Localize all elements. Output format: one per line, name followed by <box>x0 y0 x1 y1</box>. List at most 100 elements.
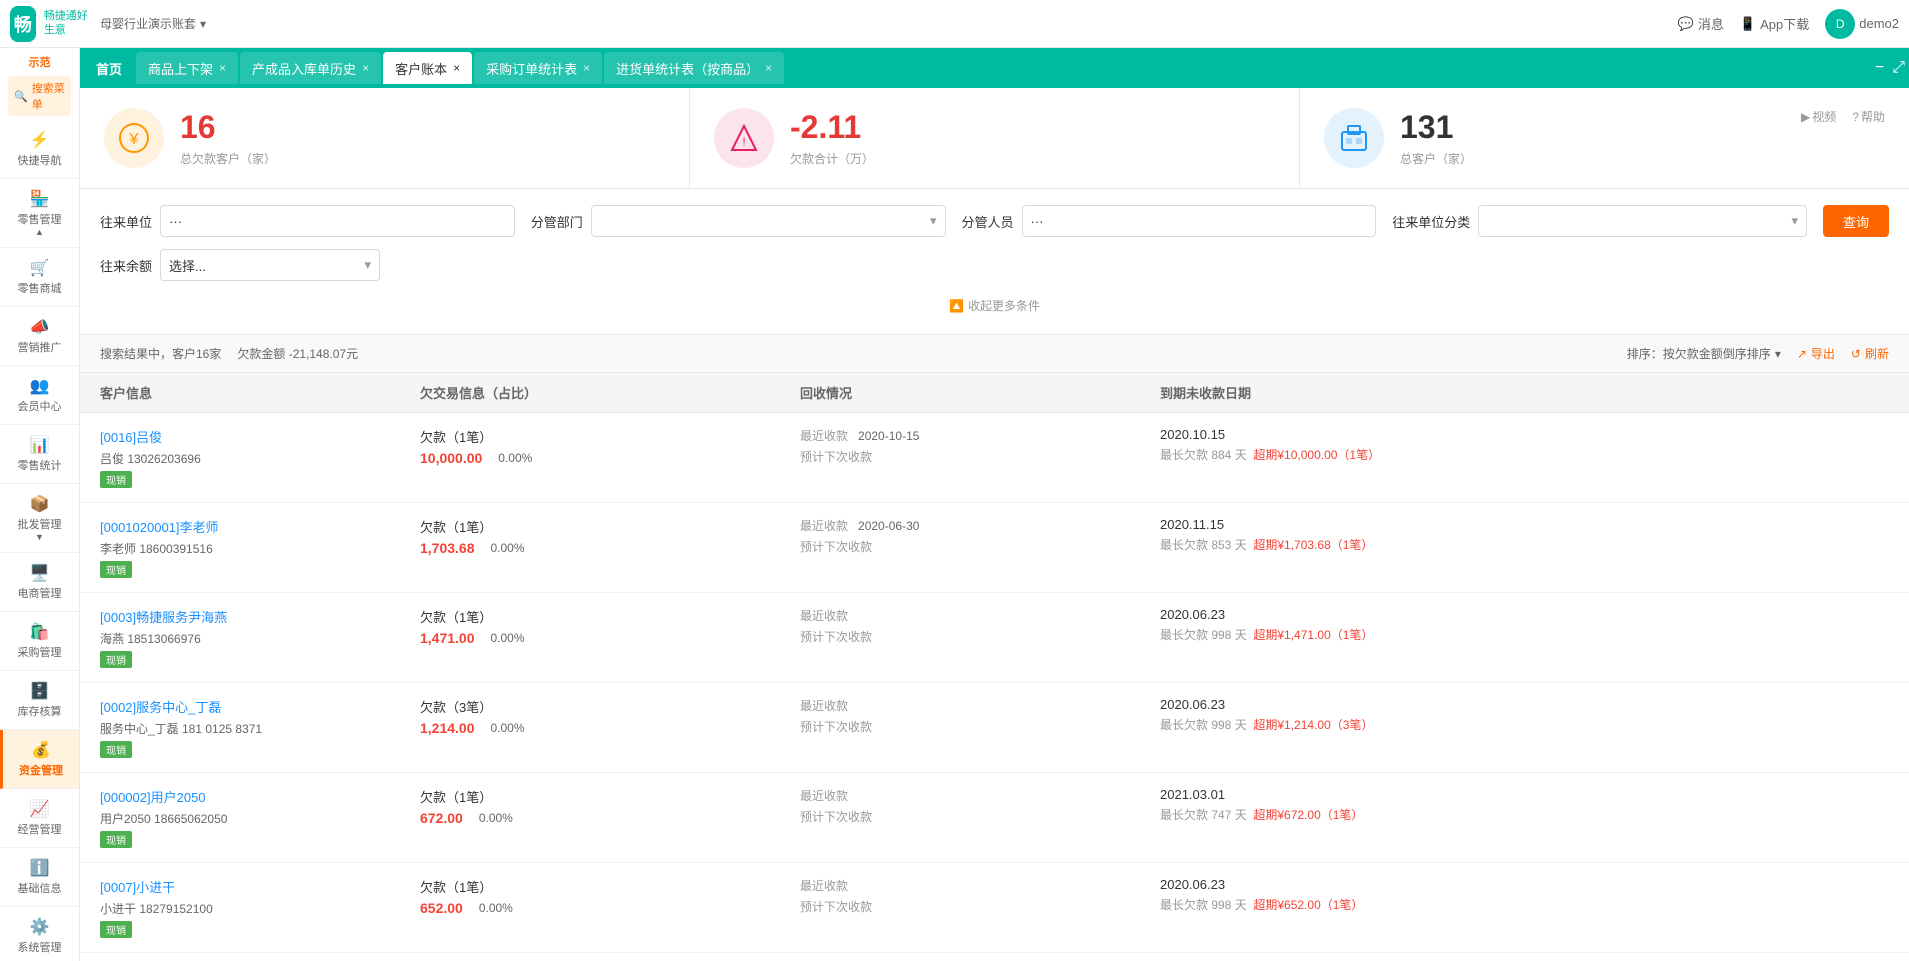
tab-close-icon[interactable]: × <box>219 61 226 75</box>
next-recovery: 预计下次收款 <box>800 538 1160 555</box>
tab-purchase-goods[interactable]: 进货单统计表（按商品） × <box>604 52 784 84</box>
customer-name[interactable]: [0001020001]李老师 <box>100 517 420 536</box>
sidebar-item-label: 会员中心 <box>18 398 62 414</box>
sidebar-item-label: 经营管理 <box>18 821 62 837</box>
finance-icon: 💰 <box>31 740 51 760</box>
overdue-amount-link[interactable]: 超期¥1,214.00（3笔） <box>1253 718 1373 732</box>
user-menu[interactable]: D demo2 <box>1825 9 1899 39</box>
tab-maximize-btn[interactable]: ⤢ <box>1892 59 1905 77</box>
sidebar-item-label: 基础信息 <box>18 880 62 896</box>
recovery-cell: 最近收款 预计下次收款 <box>800 877 1160 915</box>
sidebar-item-operation[interactable]: 📈 经营管理 <box>0 789 79 848</box>
export-btn[interactable]: ↗ 导出 <box>1797 345 1835 362</box>
overdue-amount-link[interactable]: 超期¥10,000.00（1笔） <box>1253 448 1380 462</box>
customer-cell: [0001020001]李老师 李老师 18600391516 现销 <box>100 517 420 578</box>
tab-close-icon[interactable]: × <box>453 61 460 75</box>
customer-badge: 现销 <box>100 741 132 758</box>
sidebar-item-member[interactable]: 👥 会员中心 <box>0 366 79 425</box>
person-filter-dots: ··· <box>1031 214 1044 229</box>
tab-customer-account[interactable]: 客户账本 × <box>383 52 472 84</box>
basic-icon: ℹ️ <box>30 858 50 878</box>
results-bar: 搜索结果中，客户16家 欠款金额 -21,148.07元 排序：按欠款金额倒序排… <box>80 335 1909 373</box>
inventory-icon: 🗄️ <box>30 681 50 701</box>
customer-name[interactable]: [000002]用户2050 <box>100 787 420 806</box>
overdue-cell: 2020.06.23 最长欠款 998 天 超期¥1,214.00（3笔） <box>1160 697 1889 733</box>
chevron-down-icon: ▲ <box>35 227 44 237</box>
debt-cell: 欠款（1笔） 672.00 0.00% <box>420 787 800 826</box>
col-header-overdue: 到期未收款日期 <box>1160 383 1889 402</box>
overdue-amount-link[interactable]: 超期¥672.00（1笔） <box>1253 808 1363 822</box>
main-scroll[interactable]: ¥ 16 总欠款客户（家） ! -2.11 欠款合计（万） <box>80 88 1909 961</box>
sidebar-item-basic[interactable]: ℹ️ 基础信息 <box>0 848 79 907</box>
sidebar-item-retail-stats[interactable]: 📊 零售统计 <box>0 425 79 484</box>
stat-info-debt: -2.11 欠款合计（万） <box>790 109 874 167</box>
sidebar-item-retail-mall[interactable]: 🛒 零售商城 <box>0 248 79 307</box>
table-row: [0003]畅捷服务尹海燕 海燕 18513066976 现销 欠款（1笔） 1… <box>80 593 1909 683</box>
overdue-days: 最长欠款 884 天 超期¥10,000.00（1笔） <box>1160 446 1889 463</box>
collapse-btn[interactable]: 🔼 收起更多条件 <box>945 293 1044 318</box>
filter-item-category: 往来单位分类 ▾ <box>1392 205 1807 237</box>
tab-purchase-order[interactable]: 采购订单统计表 × <box>474 52 602 84</box>
sidebar-item-finance[interactable]: 💰 资金管理 <box>0 730 79 789</box>
col-header-debt: 欠交易信息（占比） <box>420 383 800 402</box>
debt-row: 10,000.00 0.00% <box>420 450 800 466</box>
sidebar-item-inventory[interactable]: 🗄️ 库存核算 <box>0 671 79 730</box>
sidebar-item-purchase[interactable]: 🛍️ 采购管理 <box>0 612 79 671</box>
top-right: 💬 消息 📱 App下载 D demo2 <box>1678 9 1899 39</box>
results-amount: 欠款金额 -21,148.07元 <box>237 345 358 362</box>
tab-customer-account-label: 客户账本 <box>395 59 447 78</box>
stat-value-debt: -2.11 <box>790 109 874 146</box>
store-selector[interactable]: 母婴行业演示账套 ▾ <box>100 15 206 32</box>
sidebar-item-ecommerce[interactable]: 🖥️ 电商管理 <box>0 553 79 612</box>
tab-close-icon[interactable]: × <box>583 61 590 75</box>
sort-dropdown[interactable]: 排序：按欠款金额倒序排序 ▾ <box>1627 345 1781 362</box>
customer-name[interactable]: [0007]小进干 <box>100 877 420 896</box>
avatar: D <box>1825 9 1855 39</box>
overdue-amount-link[interactable]: 超期¥652.00（1笔） <box>1253 898 1363 912</box>
col-header-customer: 客户信息 <box>100 383 420 402</box>
debt-amount: 1,214.00 <box>420 720 475 736</box>
overdue-amount-link[interactable]: 超期¥1,471.00（1笔） <box>1253 628 1373 642</box>
person-filter-input[interactable]: ··· <box>1022 205 1377 237</box>
category-filter-select[interactable]: ▾ <box>1478 205 1807 237</box>
app-download-btn[interactable]: 📱 App下载 <box>1740 14 1809 33</box>
tab-product-shelf[interactable]: 商品上下架 × <box>136 52 238 84</box>
help-link[interactable]: ? 帮助 <box>1852 108 1885 125</box>
overdue-date: 2020.06.23 <box>1160 697 1889 712</box>
customer-phone: 吕俊 13026203696 <box>100 450 420 467</box>
sidebar-item-wholesale[interactable]: 📦 批发管理 ▼ <box>0 484 79 553</box>
recovery-cell: 最近收款 预计下次收款 <box>800 607 1160 645</box>
stat-card-total: 131 总客户（家） ▶ 视频 ? 帮助 <box>1300 88 1909 188</box>
tab-close-icon[interactable]: × <box>362 61 369 75</box>
customer-name[interactable]: [0016]吕俊 <box>100 427 420 446</box>
customer-name[interactable]: [0003]畅捷服务尹海燕 <box>100 607 420 626</box>
overdue-amount-link[interactable]: 超期¥1,703.68（1笔） <box>1253 538 1373 552</box>
search-button[interactable]: 查询 <box>1823 205 1889 237</box>
results-summary: 搜索结果中，客户16家 <box>100 345 221 362</box>
sidebar-search[interactable]: 🔍 搜索菜单 <box>8 76 71 116</box>
tab-production-history[interactable]: 产成品入库单历史 × <box>240 52 381 84</box>
stat-icon-debt: ! <box>714 108 774 168</box>
sidebar-item-system[interactable]: ⚙️ 系统管理 <box>0 907 79 961</box>
balance-filter-select[interactable]: 选择... ▾ <box>160 249 380 281</box>
tab-close-icon[interactable]: × <box>765 61 772 75</box>
system-icon: ⚙️ <box>30 917 50 937</box>
debt-count: 欠款（1笔） <box>420 517 800 536</box>
company-filter-input[interactable]: ··· <box>160 205 515 237</box>
video-link[interactable]: ▶ 视频 <box>1801 108 1836 125</box>
customer-name[interactable]: [0002]服务中心_丁磊 <box>100 697 420 716</box>
tab-home[interactable]: 首页 <box>84 52 134 84</box>
message-btn[interactable]: 💬 消息 <box>1678 14 1724 33</box>
export-icon: ↗ <box>1797 347 1807 361</box>
next-recovery: 预计下次收款 <box>800 808 1160 825</box>
sidebar-item-quick-nav[interactable]: ⚡ 快捷导航 <box>0 120 79 179</box>
dept-filter-select[interactable]: ▾ <box>591 205 946 237</box>
refresh-btn[interactable]: ↺ 刷新 <box>1851 345 1889 362</box>
stat-info-total: 131 总客户（家） <box>1400 109 1472 167</box>
sidebar-item-marketing[interactable]: 📣 营销推广 <box>0 307 79 366</box>
recovery-info: 最近收款 <box>800 697 1160 714</box>
tab-minimize-btn[interactable]: − <box>1875 59 1884 77</box>
sidebar-item-retail[interactable]: 🏪 零售管理 ▲ <box>0 179 79 248</box>
debt-cell: 欠款（3笔） 1,214.00 0.00% <box>420 697 800 736</box>
sidebar-item-label: 系统管理 <box>18 939 62 955</box>
